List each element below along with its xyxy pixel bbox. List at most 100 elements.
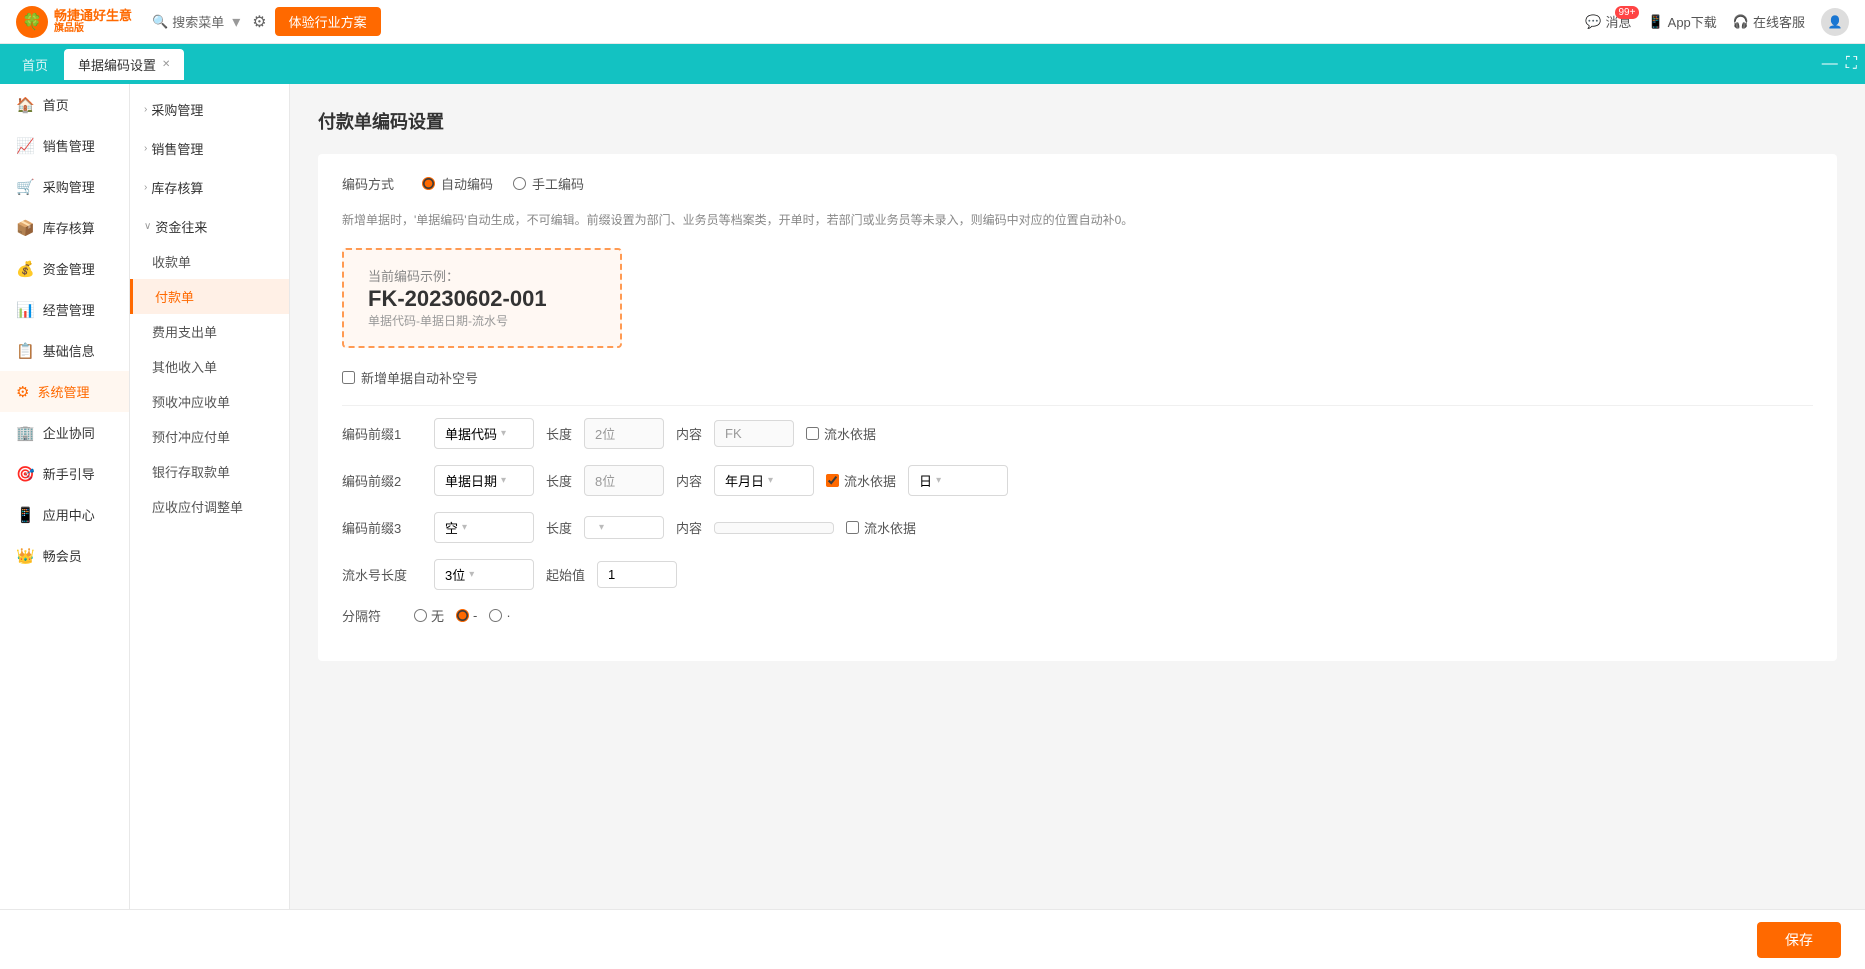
length1-label: 长度 (546, 424, 572, 443)
user-avatar[interactable]: 👤 (1821, 8, 1849, 36)
sub-sidebar: › 采购管理 › 销售管理 › 库存核算 ∨ 资金往来 收款单 付款单 费用支出… (130, 84, 290, 969)
sidebar-item-inventory[interactable]: 📦 库存核算 (0, 207, 129, 248)
sub-group-capital-title[interactable]: ∨ 资金往来 (130, 209, 289, 244)
serial2-unit-select[interactable]: 日 ▾ (908, 465, 1008, 496)
sidebar-item-member[interactable]: 👑 畅会员 (0, 535, 129, 576)
app-download-btn[interactable]: 📱 App下载 (1647, 12, 1716, 31)
sub-item-receipt[interactable]: 收款单 (130, 244, 289, 279)
brand-sub: 旗品版 (54, 23, 132, 35)
length2-input: 8位 (584, 465, 664, 496)
sub-item-pre-pay[interactable]: 预付冲应付单 (130, 419, 289, 454)
sub-group-inventory-label: 库存核算 (151, 178, 203, 197)
business-icon: 📊 (16, 301, 35, 319)
prefix3-row: 编码前缀3 空 ▾ 长度 ▾ 内容 流水依据 (342, 512, 1813, 543)
tab-encoding-settings[interactable]: 单据编码设置 ✕ (64, 49, 184, 80)
serial1-checkbox[interactable]: 流水依据 (806, 424, 876, 443)
prefix3-select[interactable]: 空 ▾ (434, 512, 534, 543)
sidebar-item-business[interactable]: 📊 经营管理 (0, 289, 129, 330)
serial-length-select[interactable]: 3位 ▾ (434, 559, 534, 590)
message-icon: 💬 (1585, 14, 1601, 30)
sub-group-sales-title[interactable]: › 销售管理 (130, 131, 289, 166)
sidebar-label-corp: 企业协同 (43, 423, 95, 442)
sep-none-radio[interactable]: 无 (414, 606, 444, 625)
sep-dash-radio[interactable]: - (456, 608, 477, 623)
sidebar-label-home: 首页 (43, 95, 69, 114)
sidebar-item-system[interactable]: ⚙ 系统管理 (0, 371, 129, 412)
sidebar-item-basic[interactable]: 📋 基础信息 (0, 330, 129, 371)
sub-group-purchase-title[interactable]: › 采购管理 (130, 92, 289, 127)
settings-icon[interactable]: ⚙ (252, 12, 266, 32)
sidebar-label-guide: 新手引导 (43, 464, 95, 483)
sub-group-inventory-title[interactable]: › 库存核算 (130, 170, 289, 205)
serial1-label: 流水依据 (824, 424, 876, 443)
sub-item-expense[interactable]: 费用支出单 (130, 314, 289, 349)
home-icon: 🏠 (16, 96, 35, 114)
industry-btn[interactable]: 体验行业方案 (275, 7, 381, 36)
prefix1-select[interactable]: 单据代码 ▾ (434, 418, 534, 449)
sub-item-bank[interactable]: 银行存取款单 (130, 454, 289, 489)
prefix2-select[interactable]: 单据日期 ▾ (434, 465, 534, 496)
auto-encode-radio[interactable]: 自动编码 (422, 174, 493, 193)
manual-encode-radio[interactable]: 手工编码 (513, 174, 584, 193)
sep-none-label: 无 (431, 606, 444, 625)
length3-select[interactable]: ▾ (584, 516, 664, 539)
serial3-checkbox[interactable]: 流水依据 (846, 518, 916, 537)
tab-actions: — ⛶ (1822, 55, 1857, 73)
fullscreen-icon[interactable]: ⛶ (1846, 55, 1857, 73)
content2-select[interactable]: 年月日 ▾ (714, 465, 814, 496)
save-button[interactable]: 保存 (1757, 922, 1841, 958)
auto-fill-label: 新增单据自动补空号 (361, 368, 478, 387)
content2-value: 年月日 (725, 471, 764, 490)
appstore-icon: 📱 (16, 506, 35, 524)
tab-close-icon[interactable]: ✕ (162, 59, 170, 70)
sidebar-item-guide[interactable]: 🎯 新手引导 (0, 453, 129, 494)
sub-group-sales-label: 销售管理 (151, 139, 203, 158)
sub-group-inventory: › 库存核算 (130, 170, 289, 205)
auto-fill-checkbox[interactable] (342, 371, 355, 384)
length1-input: 2位 (584, 418, 664, 449)
prefix3-value: 空 (445, 518, 458, 537)
minimize-icon[interactable]: — (1822, 55, 1838, 73)
service-label: 在线客服 (1753, 12, 1805, 31)
expand-icon[interactable]: ▾ (232, 12, 240, 32)
sidebar-label-purchase: 采购管理 (43, 177, 95, 196)
sub-item-pre-receive[interactable]: 预收冲应收单 (130, 384, 289, 419)
bottom-bar: 保存 (0, 909, 1865, 969)
serial3-input[interactable] (846, 521, 859, 534)
start-value-input[interactable] (597, 561, 677, 588)
search-label: 搜索菜单 (172, 12, 224, 31)
sub-item-adjust[interactable]: 应收应付调整单 (130, 489, 289, 524)
sep-none-input[interactable] (414, 609, 427, 622)
start-value-label: 起始值 (546, 565, 585, 584)
sidebar-item-corp[interactable]: 🏢 企业协同 (0, 412, 129, 453)
sidebar-label-finance: 资金管理 (43, 259, 95, 278)
encoding-tabs: 编码方式 自动编码 手工编码 (342, 174, 1813, 193)
sidebar-item-home[interactable]: 🏠 首页 (0, 84, 129, 125)
sidebar-item-sales[interactable]: 📈 销售管理 (0, 125, 129, 166)
sidebar-item-appstore[interactable]: 📱 应用中心 (0, 494, 129, 535)
sidebar-item-purchase[interactable]: 🛒 采购管理 (0, 166, 129, 207)
content3-label: 内容 (676, 518, 702, 537)
menu-search[interactable]: 🔍 搜索菜单 (152, 12, 224, 31)
online-service-btn[interactable]: 🎧 在线客服 (1733, 12, 1805, 31)
app-icon: 📱 (1647, 14, 1663, 30)
sidebar-item-finance[interactable]: 💰 资金管理 (0, 248, 129, 289)
top-bar-left: 🍀 畅捷通好生意 旗品版 🔍 搜索菜单 ▾ ⚙ 体验行业方案 (16, 6, 1585, 38)
content2-label: 内容 (676, 471, 702, 490)
sidebar-label-business: 经营管理 (43, 300, 95, 319)
nav-tabs: 首页 单据编码设置 ✕ — ⛶ (0, 44, 1865, 84)
messages-btn[interactable]: 💬 消息 99+ (1585, 12, 1631, 31)
manual-encode-input[interactable] (513, 177, 526, 190)
sub-item-other-income[interactable]: 其他收入单 (130, 349, 289, 384)
sep-dot-input[interactable] (489, 609, 502, 622)
serial2-checkbox[interactable]: 流水依据 (826, 471, 896, 490)
serial2-input[interactable] (826, 474, 839, 487)
top-bar-right: 💬 消息 99+ 📱 App下载 🎧 在线客服 👤 (1585, 8, 1849, 36)
search-icon: 🔍 (152, 14, 168, 30)
auto-encode-input[interactable] (422, 177, 435, 190)
sep-dot-radio[interactable]: · (489, 608, 510, 623)
sub-item-payment[interactable]: 付款单 (130, 279, 289, 314)
sep-dash-input[interactable] (456, 609, 469, 622)
tab-home[interactable]: 首页 (8, 49, 62, 80)
serial1-input[interactable] (806, 427, 819, 440)
